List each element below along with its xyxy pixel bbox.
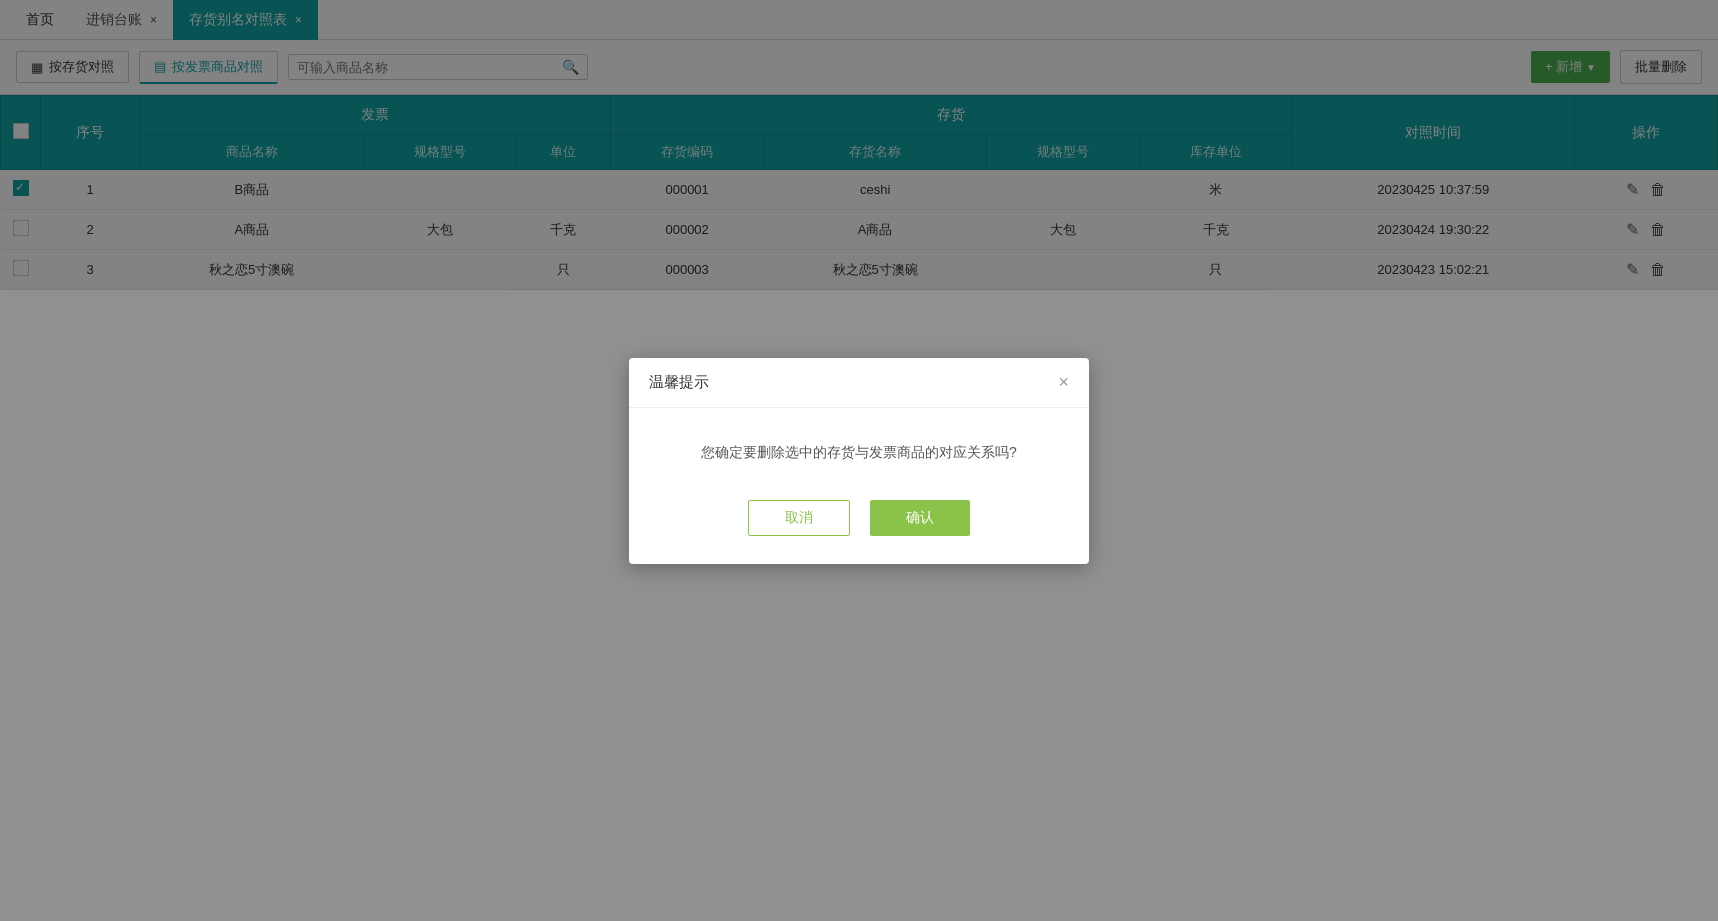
overlay: 温馨提示 × 您确定要删除选中的存货与发票商品的对应关系吗? 取消 确认 <box>0 0 1718 290</box>
